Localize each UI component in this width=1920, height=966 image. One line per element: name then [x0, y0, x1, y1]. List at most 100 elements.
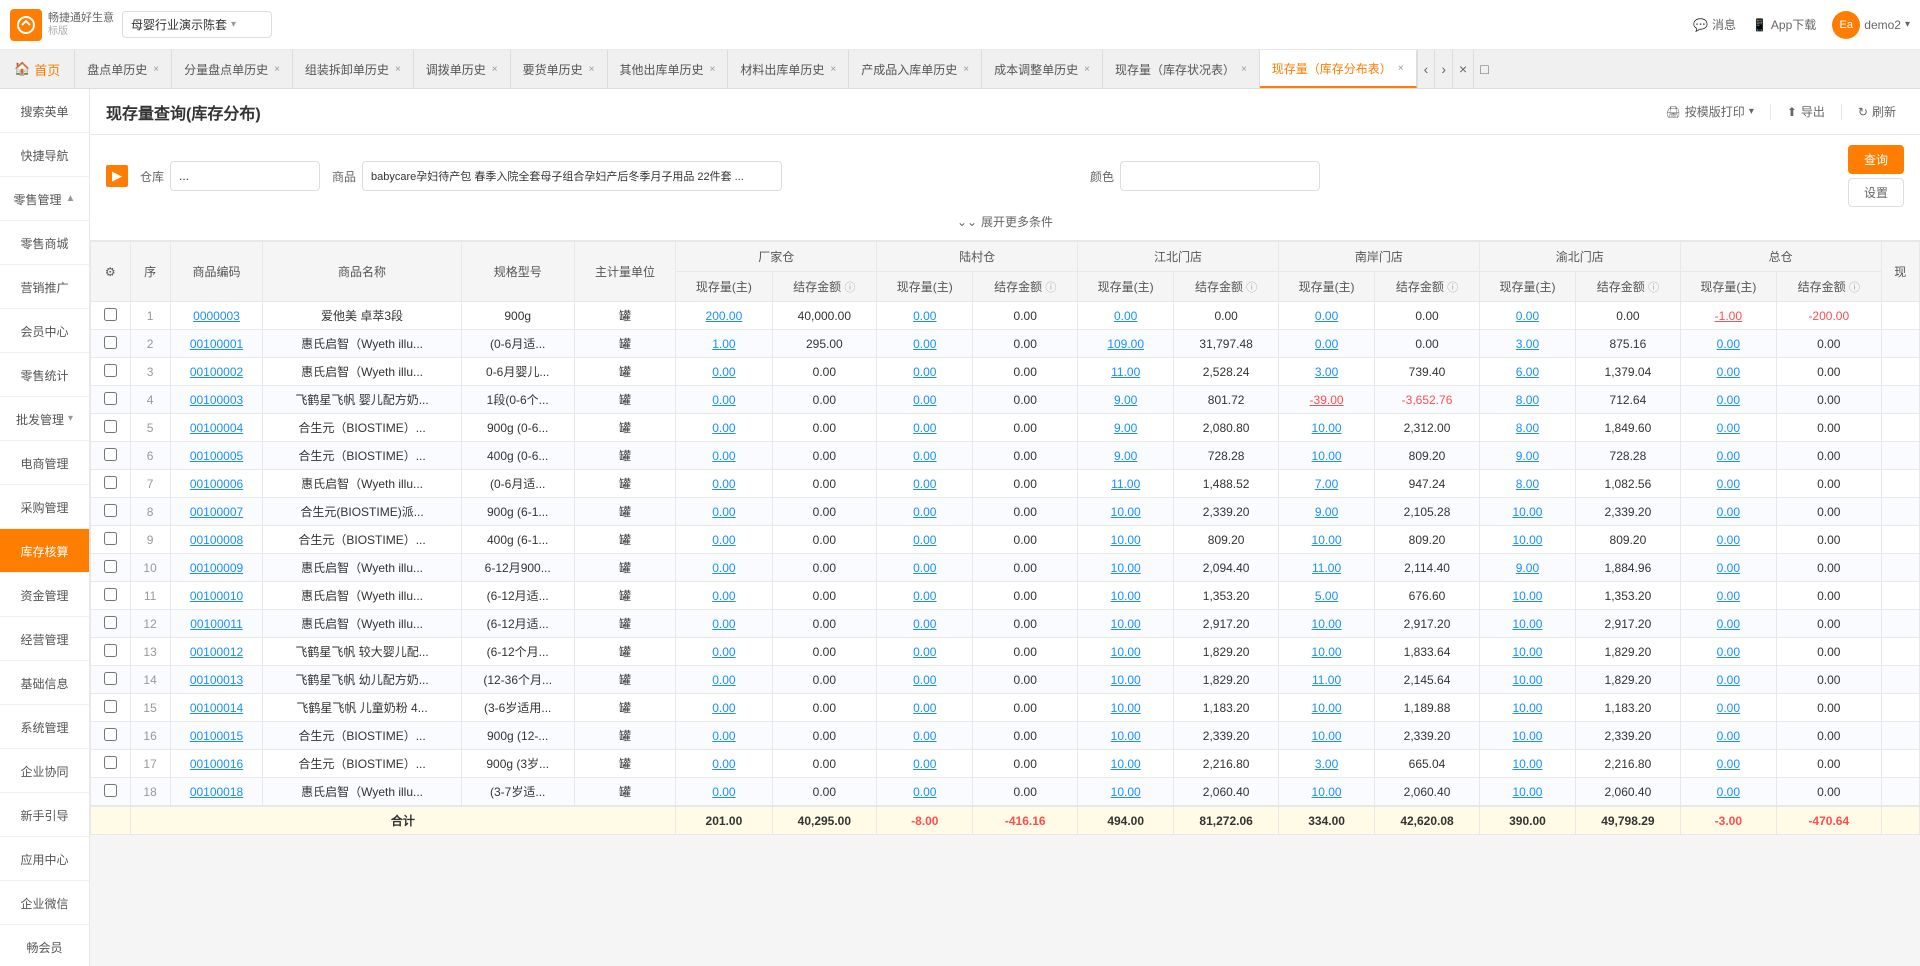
tab-close-icon[interactable]: ×	[589, 64, 595, 75]
table-container: ⚙ 序 商品编码 商品名称 规格型号 主计量单位 厂家仓 陆村仓 江北门店 南岸…	[90, 241, 1920, 966]
settings-col-header[interactable]: ⚙	[91, 242, 131, 302]
tab-home[interactable]: 🏠 首页	[0, 50, 75, 88]
tab-close-icon[interactable]: ×	[492, 64, 498, 75]
row-checkbox[interactable]	[91, 330, 131, 358]
sidebar-item-app-center[interactable]: 应用中心	[0, 837, 89, 881]
tab-other-outstock[interactable]: 其他出库单历史 ×	[608, 50, 729, 88]
sidebar-item-finance[interactable]: 资金管理	[0, 573, 89, 617]
sidebar-item-enterprise-wechat[interactable]: 企业微信	[0, 881, 89, 925]
row-checkbox[interactable]	[91, 610, 131, 638]
row-checkbox[interactable]	[91, 302, 131, 330]
row-unit: 罐	[574, 386, 676, 414]
row-b-amt: 809.20	[1174, 526, 1279, 554]
tab-stock-status[interactable]: 现存量（库存状况表） ×	[1103, 50, 1260, 88]
tab-transfer[interactable]: 调拨单历史 ×	[414, 50, 511, 88]
tab-close-icon[interactable]: ×	[1398, 63, 1404, 74]
warehouse-input[interactable]	[170, 161, 320, 191]
row-checkbox[interactable]	[91, 414, 131, 442]
tab-close-icon[interactable]: ×	[153, 64, 159, 75]
row-checkbox[interactable]	[91, 386, 131, 414]
sidebar-item-inventory[interactable]: 库存核算	[0, 529, 89, 573]
user-area[interactable]: Ea demo2 ▾	[1832, 11, 1910, 39]
settings-btn[interactable]: 设置	[1848, 178, 1904, 207]
row-a-stock: 0.00	[877, 498, 973, 526]
row-checkbox[interactable]	[91, 358, 131, 386]
messages-btn[interactable]: 💬 消息	[1693, 16, 1736, 33]
sidebar-item-member[interactable]: 会员中心	[0, 309, 89, 353]
row-checkbox[interactable]	[91, 778, 131, 807]
query-btn[interactable]: 查询	[1848, 145, 1904, 174]
tab-close-icon[interactable]: ×	[963, 64, 969, 75]
sidebar-item-search[interactable]: 搜索英单	[0, 89, 89, 133]
tab-close-icon[interactable]: ×	[395, 64, 401, 75]
row-checkbox[interactable]	[91, 722, 131, 750]
row-checkbox[interactable]	[91, 470, 131, 498]
sidebar-item-ecommerce[interactable]: 电商管理	[0, 441, 89, 485]
ware-c-header: 南岸门店	[1278, 242, 1479, 272]
tab-close-all-btn[interactable]: ×	[1452, 50, 1473, 88]
sidebar-item-business[interactable]: 经营管理	[0, 617, 89, 661]
row-d-stock: 10.00	[1479, 526, 1575, 554]
tab-material-outstock[interactable]: 材料出库单历史 ×	[728, 50, 849, 88]
tab-next-btn[interactable]: ›	[1434, 50, 1452, 88]
row-extra-stock	[1881, 330, 1919, 358]
tab-inventory-count-sub[interactable]: 分量盘点单历史 ×	[172, 50, 293, 88]
row-spec: (6-12月适...	[461, 610, 574, 638]
sidebar-item-enterprise-collab[interactable]: 企业协同	[0, 749, 89, 793]
tab-purchase-request[interactable]: 要货单历史 ×	[511, 50, 608, 88]
row-d-amt: 712.64	[1576, 386, 1681, 414]
expand-toggle-btn[interactable]: ▶	[106, 165, 128, 187]
sidebar-item-purchase[interactable]: 采购管理	[0, 485, 89, 529]
tab-combo-disassemble[interactable]: 组装拆卸单历史 ×	[293, 50, 414, 88]
store-selector[interactable]: 母婴行业演示陈套 ▾	[122, 11, 272, 38]
product-input[interactable]	[362, 161, 782, 191]
row-checkbox[interactable]	[91, 694, 131, 722]
row-checkbox[interactable]	[91, 498, 131, 526]
tab-close-icon[interactable]: ×	[274, 64, 280, 75]
row-checkbox[interactable]	[91, 666, 131, 694]
tab-close-icon[interactable]: ×	[1241, 64, 1247, 75]
sidebar-item-retail-mgmt[interactable]: 零售管理 ▲	[0, 177, 89, 221]
sidebar-item-basic-info[interactable]: 基础信息	[0, 661, 89, 705]
export-btn[interactable]: ⬆ 导出	[1779, 99, 1833, 124]
tab-stock-dist[interactable]: 现存量（库存分布表） ×	[1260, 50, 1417, 88]
row-b-amt: 2,917.20	[1174, 610, 1279, 638]
table-row: 17 00100016 合生元（BIOSTIME）... 900g (3岁...…	[91, 750, 1920, 778]
row-fac-stock: 1.00	[676, 330, 772, 358]
row-a-stock: 0.00	[877, 526, 973, 554]
row-t-amt: 0.00	[1776, 638, 1881, 666]
tab-product-instock[interactable]: 产成品入库单历史 ×	[849, 50, 982, 88]
tab-prev-btn[interactable]: ‹	[1417, 50, 1435, 88]
row-checkbox[interactable]	[91, 526, 131, 554]
row-c-stock: 5.00	[1278, 582, 1374, 610]
app-download-btn[interactable]: 📱 App下载	[1752, 16, 1816, 33]
row-t-stock: 0.00	[1680, 498, 1776, 526]
tab-close-icon[interactable]: ×	[830, 64, 836, 75]
row-a-amt: 0.00	[973, 666, 1078, 694]
sidebar-item-vip-member[interactable]: 畅会员	[0, 925, 89, 966]
print-btn[interactable]: 🖨 按模版打印 ▾	[1658, 99, 1762, 124]
sidebar-item-retail-store[interactable]: 零售商城	[0, 221, 89, 265]
sidebar-item-wholesale-mgmt[interactable]: 批发管理 ▾	[0, 397, 89, 441]
tab-inventory-count[interactable]: 盘点单历史 ×	[75, 50, 172, 88]
sidebar-item-marketing[interactable]: 营销推广	[0, 265, 89, 309]
refresh-btn[interactable]: ↻ 刷新	[1850, 99, 1904, 124]
tab-close-icon[interactable]: ×	[1084, 64, 1090, 75]
tab-cost-adjust[interactable]: 成本调整单历史 ×	[982, 50, 1103, 88]
row-checkbox[interactable]	[91, 582, 131, 610]
sidebar-item-new-guide[interactable]: 新手引导	[0, 793, 89, 837]
color-input[interactable]	[1120, 161, 1320, 191]
expand-conditions-btn[interactable]: ⌄⌄ 展开更多条件	[106, 213, 1904, 230]
row-a-stock: 0.00	[877, 470, 973, 498]
sidebar-item-quicknav[interactable]: 快捷导航	[0, 133, 89, 177]
tab-expand-btn[interactable]: □	[1473, 50, 1494, 88]
sidebar-item-retail-stats[interactable]: 零售统计	[0, 353, 89, 397]
row-checkbox[interactable]	[91, 638, 131, 666]
row-checkbox[interactable]	[91, 750, 131, 778]
row-checkbox[interactable]	[91, 442, 131, 470]
row-checkbox[interactable]	[91, 554, 131, 582]
sidebar-item-system-mgmt[interactable]: 系统管理	[0, 705, 89, 749]
row-b-amt: 1,829.20	[1174, 638, 1279, 666]
row-b-amt: 2,060.40	[1174, 778, 1279, 807]
tab-close-icon[interactable]: ×	[710, 64, 716, 75]
